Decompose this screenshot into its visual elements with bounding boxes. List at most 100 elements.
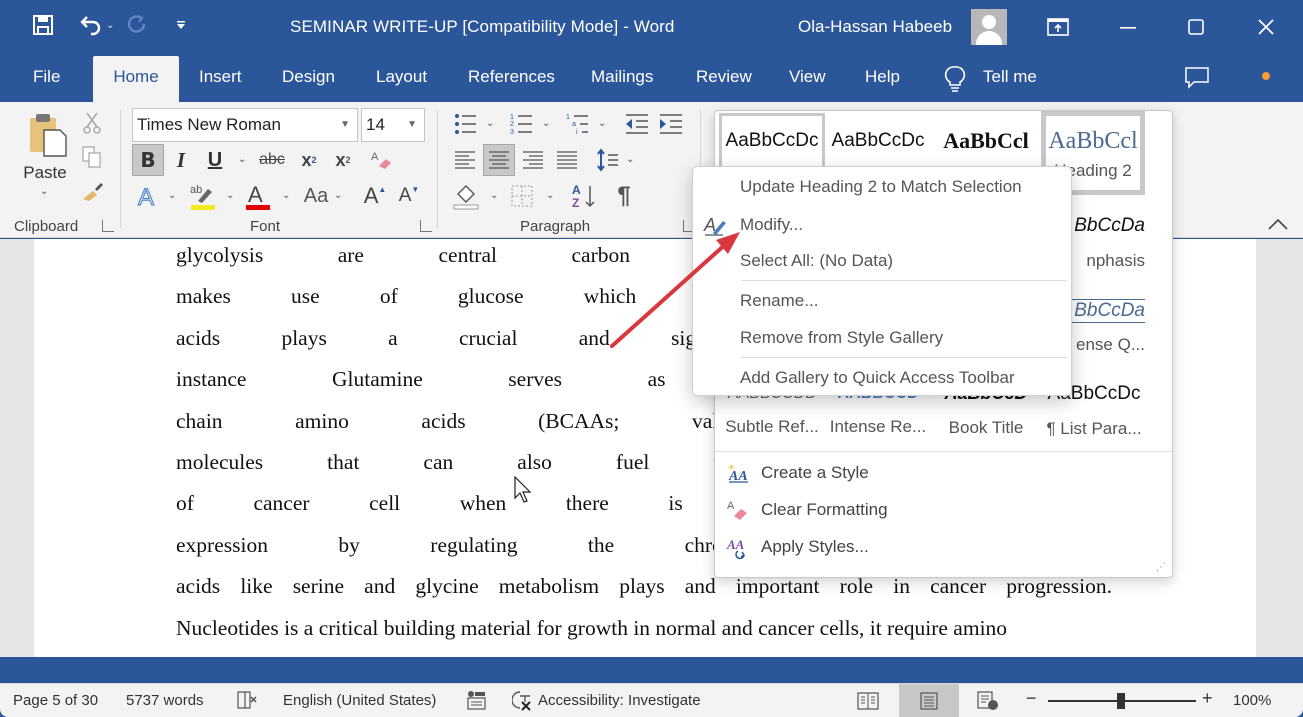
paste-dropdown-icon[interactable]: ⌄ [40,186,48,197]
text-effects-icon[interactable]: A [134,180,162,212]
accessibility-icon[interactable] [511,690,534,716]
font-color-dropdown-icon[interactable]: ⌄ [282,190,290,201]
font-color-icon[interactable]: A [244,180,272,212]
collapse-ribbon-icon[interactable] [1266,214,1290,234]
resize-grip-icon[interactable]: ⋰ [1156,562,1166,573]
text-effects-dropdown-icon[interactable]: ⌄ [168,190,176,201]
show-formatting-marks-button[interactable]: ¶ [610,180,638,212]
shading-dropdown-icon[interactable]: ⌄ [490,190,498,201]
tab-design[interactable]: Design [282,56,335,102]
change-case-dropdown-icon[interactable]: ⌄ [334,190,342,201]
numbering-icon[interactable]: 123 [508,110,536,138]
highlight-dropdown-icon[interactable]: ⌄ [226,190,234,201]
page-count[interactable]: Page 5 of 30 [13,692,98,709]
paste-icon[interactable] [22,110,70,166]
superscript-button[interactable]: x2 [330,144,356,176]
zoom-in-button[interactable]: + [1202,688,1213,709]
maximize-icon[interactable] [1178,10,1214,44]
underline-dropdown-icon[interactable]: ⌄ [238,154,246,165]
increase-indent-icon[interactable] [656,110,686,138]
apply-styles-menu-item[interactable]: AA Apply Styles... [715,529,1172,565]
bold-button[interactable]: B [132,144,164,176]
apply-styles-icon: AA [715,535,761,559]
tab-file[interactable]: File [33,56,60,102]
paste-button[interactable]: Paste [22,162,68,184]
font-launcher-icon[interactable] [420,220,432,232]
user-name[interactable]: Ola-Hassan Habeeb [798,17,952,37]
sort-icon[interactable]: AZ [568,180,600,212]
align-center-icon[interactable] [483,144,515,176]
clipboard-launcher-icon[interactable] [102,220,114,232]
bullets-dropdown-icon[interactable]: ⌄ [486,118,494,129]
proofing-icon[interactable] [236,690,258,714]
tab-review[interactable]: Review [696,56,752,102]
text-predictions-icon[interactable] [466,690,486,714]
justify-icon[interactable] [552,144,582,176]
tab-references[interactable]: References [468,56,555,102]
grow-font-button[interactable]: A ▲ [362,180,388,212]
underline-button[interactable]: U [202,144,228,176]
borders-icon[interactable] [508,180,536,212]
numbering-dropdown-icon[interactable]: ⌄ [542,118,550,129]
zoom-level[interactable]: 100% [1233,692,1271,709]
tab-mailings[interactable]: Mailings [591,56,653,102]
highlight-color-icon[interactable]: ab [186,180,220,212]
subscript-button[interactable]: x2 [296,144,322,176]
svg-text:A: A [727,500,735,512]
tell-me-search[interactable]: Tell me [983,56,1037,102]
strikethrough-button[interactable]: abc [256,144,288,176]
web-layout-icon[interactable] [958,684,1018,717]
tab-layout[interactable]: Layout [376,56,427,102]
font-size-combo[interactable]: 14 ▼ [361,108,425,142]
tab-view[interactable]: View [789,56,826,102]
customize-qat-icon[interactable] [168,12,194,38]
language[interactable]: English (United States) [283,692,436,709]
add-gallery-to-qat-menu-item[interactable]: Add Gallery to Quick Access Toolbar [693,360,1071,396]
multilevel-list-icon[interactable]: 1ai [564,110,592,138]
minimize-icon[interactable] [1110,10,1146,44]
doc-line: Nucleotides is a critical building mater… [176,615,1008,640]
align-left-icon[interactable] [450,144,480,176]
borders-dropdown-icon[interactable]: ⌄ [546,190,554,201]
line-spacing-dropdown-icon[interactable]: ⌄ [626,154,634,165]
format-painter-icon[interactable] [80,178,106,204]
ribbon-tabs: File Home Insert Design Layout Reference… [0,56,1303,102]
read-mode-icon[interactable] [838,684,898,717]
font-name-combo[interactable]: Times New Roman ▼ [132,108,358,142]
accessibility-status[interactable]: Accessibility: Investigate [538,692,701,709]
shrink-font-button[interactable]: A ▼ [396,180,422,212]
clear-formatting-menu-item[interactable]: A Clear Formatting [715,492,1172,528]
clear-all-formatting-icon[interactable]: A [368,144,396,176]
italic-button[interactable]: I [168,144,194,176]
change-case-button[interactable]: Aa [300,180,332,212]
bullets-icon[interactable] [452,110,480,138]
print-layout-icon[interactable] [899,684,959,717]
create-style-menu-item[interactable]: ✳ AA Create a Style [715,455,1172,491]
undo-dropdown-icon[interactable]: ⌄ [106,20,114,31]
font-size-dropdown-icon[interactable]: ▼ [407,109,417,141]
undo-icon[interactable] [78,12,104,38]
close-icon[interactable] [1248,10,1284,44]
zoom-slider-thumb[interactable] [1117,693,1125,709]
word-count[interactable]: 5737 words [126,692,204,709]
line-spacing-icon[interactable] [594,144,622,176]
avatar[interactable] [971,9,1007,45]
vertical-scrollbar[interactable] [1256,239,1303,657]
lightbulb-icon[interactable] [944,65,966,93]
svg-text:A: A [138,184,154,209]
shading-icon[interactable] [450,180,482,212]
font-name-dropdown-icon[interactable]: ▼ [340,109,350,141]
tab-insert[interactable]: Insert [199,56,242,102]
decrease-indent-icon[interactable] [622,110,652,138]
tab-home[interactable]: Home [93,56,179,102]
ribbon-display-options-icon[interactable] [1040,10,1076,44]
save-icon[interactable] [30,12,56,38]
svg-text:A: A [371,151,379,163]
align-right-icon[interactable] [518,144,548,176]
comments-icon[interactable] [1184,66,1210,90]
tab-help[interactable]: Help [865,56,900,102]
update-style-menu-item[interactable]: Update Heading 2 to Match Selection [693,169,1071,205]
multilevel-dropdown-icon[interactable]: ⌄ [598,118,606,129]
zoom-out-button[interactable]: − [1026,688,1037,709]
font-size-value: 14 [366,115,385,134]
